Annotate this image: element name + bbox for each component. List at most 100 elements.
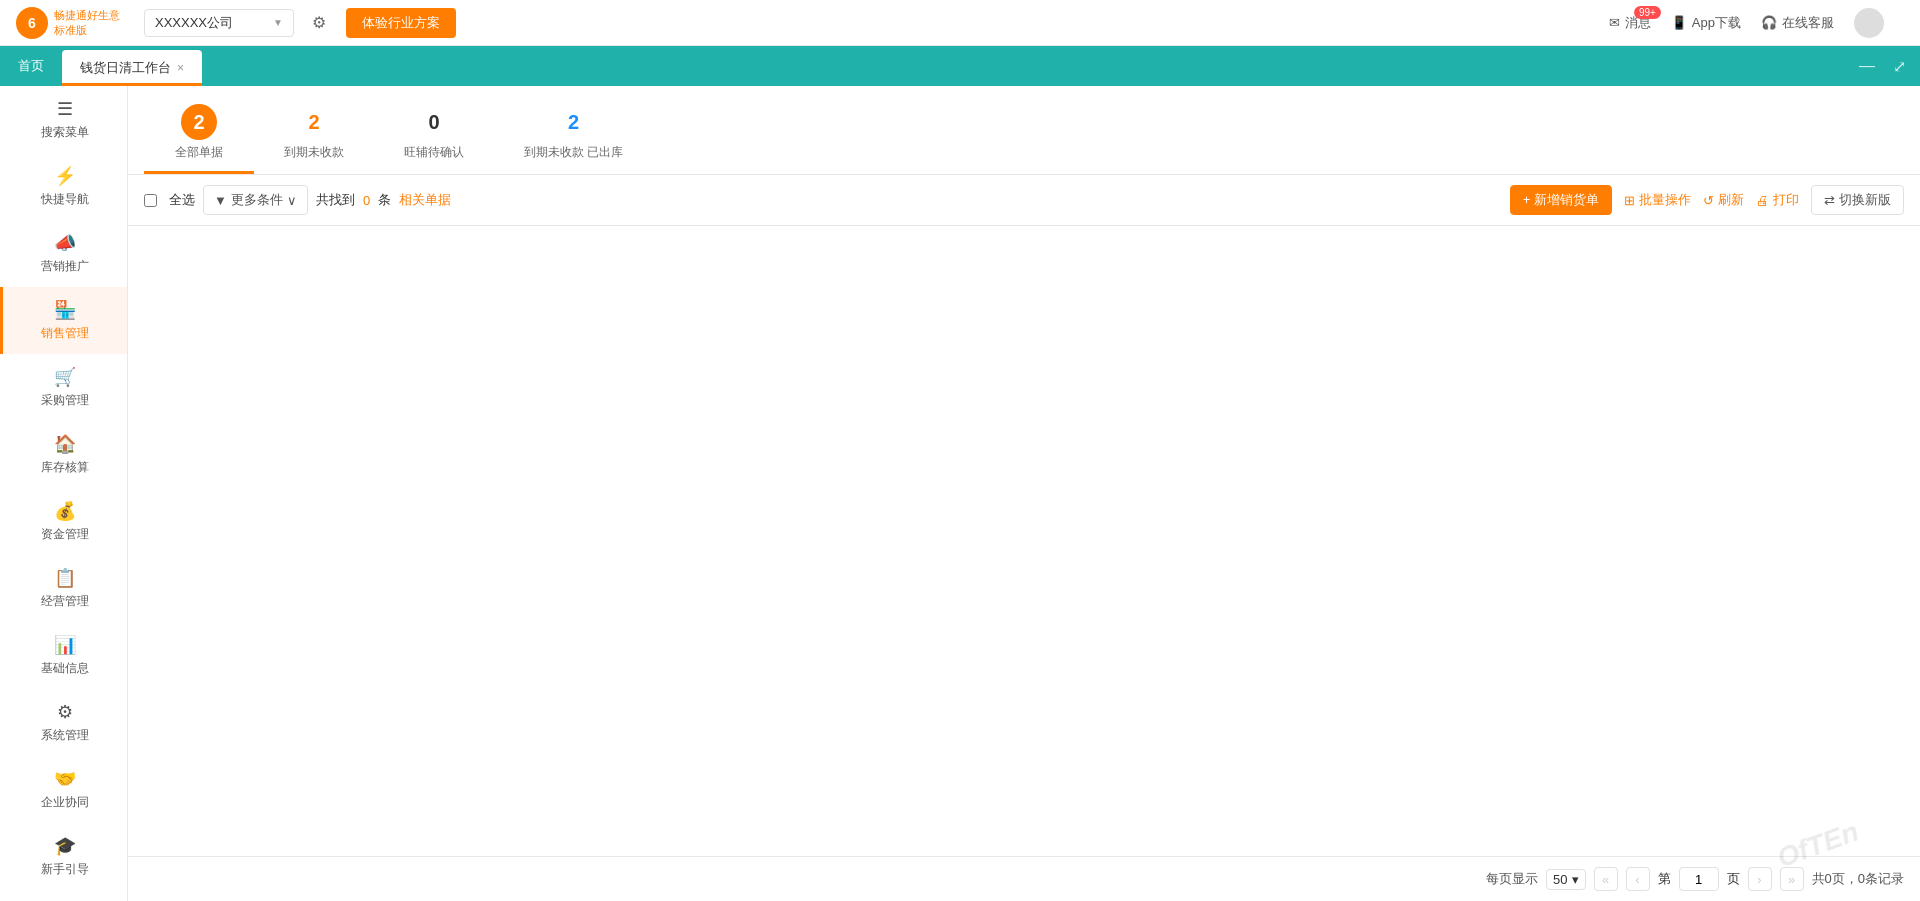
logo-title: 畅捷通好生意 bbox=[54, 8, 120, 22]
settings-button[interactable]: ⚙ bbox=[304, 8, 334, 38]
pagination: 每页显示 50 ▾ « ‹ 第 页 › » 共0页，0条记录 bbox=[128, 856, 1920, 901]
select-all-label: 全选 bbox=[169, 191, 195, 209]
sidebar-item-app-center[interactable]: 📦 应用中心 bbox=[0, 890, 127, 901]
select-all-checkbox[interactable] bbox=[144, 194, 157, 207]
online-service-button[interactable]: 🎧 在线客服 bbox=[1761, 14, 1834, 32]
close-tab-icon[interactable]: × bbox=[177, 61, 184, 75]
sidebar-item-purchase-label: 采购管理 bbox=[41, 392, 89, 409]
print-label: 打印 bbox=[1773, 191, 1799, 209]
filter-button[interactable]: ▼ 更多条件 ∨ bbox=[203, 185, 308, 215]
sidebar-item-sales[interactable]: 🏪 销售管理 bbox=[0, 287, 127, 354]
sidebar-item-purchase[interactable]: 🛒 采购管理 bbox=[0, 354, 127, 421]
switch-icon: ⇄ bbox=[1824, 193, 1835, 208]
sidebar-item-cooperation[interactable]: 🤝 企业协同 bbox=[0, 756, 127, 823]
per-page-chevron-icon: ▾ bbox=[1572, 872, 1579, 887]
cooperation-icon: 🤝 bbox=[54, 768, 76, 790]
sidebar-item-sales-label: 销售管理 bbox=[41, 325, 89, 342]
inventory-icon: 🏠 bbox=[54, 433, 76, 455]
stat-label-overdue: 到期未收款 bbox=[284, 144, 344, 161]
message-button[interactable]: ✉ 消息 99 bbox=[1609, 14, 1651, 32]
add-sales-order-button[interactable]: + 新增销货单 bbox=[1510, 185, 1612, 215]
tab-home-label: 首页 bbox=[18, 57, 44, 75]
tab-home[interactable]: 首页 bbox=[0, 46, 62, 86]
main-layout: ☰ 搜索菜单 ⚡ 快捷导航 📣 营销推广 🏪 销售管理 🛒 采购管理 🏠 库存核… bbox=[0, 86, 1920, 901]
stat-tab-overdue[interactable]: 2 到期未收款 bbox=[254, 96, 374, 174]
logo: 6 畅捷通好生意 标准版 bbox=[16, 7, 144, 39]
stat-label-shipped: 到期未收款 已出库 bbox=[524, 144, 623, 161]
stat-label-all: 全部单据 bbox=[175, 144, 223, 161]
found-count: 0 bbox=[363, 193, 370, 208]
message-icon: ✉ bbox=[1609, 15, 1620, 30]
app-download-button[interactable]: 📱 App下载 bbox=[1671, 14, 1741, 32]
filter-label: 更多条件 bbox=[231, 191, 283, 209]
search-menu-icon: ☰ bbox=[57, 98, 73, 120]
app-download-icon: 📱 bbox=[1671, 15, 1687, 30]
chevron-down-icon: ▼ bbox=[273, 17, 283, 28]
page-number-input[interactable] bbox=[1679, 867, 1719, 891]
switch-label: 切换新版 bbox=[1839, 191, 1891, 209]
stat-count-all: 2 bbox=[181, 104, 217, 140]
nav-right-actions: — ⤢ bbox=[1855, 53, 1920, 80]
message-badge: 99 bbox=[1634, 6, 1661, 19]
refresh-label: 刷新 bbox=[1718, 191, 1744, 209]
batch-operation-button[interactable]: ⊞ 批量操作 bbox=[1624, 191, 1691, 209]
sidebar-item-cooperation-label: 企业协同 bbox=[41, 794, 89, 811]
purchase-icon: 🛒 bbox=[54, 366, 76, 388]
maximize-button[interactable]: ⤢ bbox=[1889, 53, 1910, 80]
sidebar-item-finance[interactable]: 💰 资金管理 bbox=[0, 488, 127, 555]
found-unit: 条 bbox=[378, 191, 391, 209]
toolbar: 全选 ▼ 更多条件 ∨ 共找到 0 条 相关单据 + 新增销货单 ⊞ 批量操作 … bbox=[128, 175, 1920, 226]
sidebar-item-quick-nav[interactable]: ⚡ 快捷导航 bbox=[0, 153, 127, 220]
finance-icon: 💰 bbox=[54, 500, 76, 522]
system-icon: ⚙ bbox=[57, 701, 73, 723]
sidebar-item-search-menu[interactable]: ☰ 搜索菜单 bbox=[0, 86, 127, 153]
tab-cash-flow[interactable]: 钱货日清工作台 × bbox=[62, 50, 202, 86]
sidebar-item-quick-nav-label: 快捷导航 bbox=[41, 191, 89, 208]
tab-indicator bbox=[62, 83, 202, 86]
prev-page-button[interactable]: ‹ bbox=[1626, 867, 1650, 891]
print-button[interactable]: 🖨 打印 bbox=[1756, 191, 1799, 209]
nav-tabs: 首页 钱货日清工作台 × — ⤢ bbox=[0, 46, 1920, 86]
switch-version-button[interactable]: ⇄ 切换新版 bbox=[1811, 185, 1904, 215]
found-prefix: 共找到 bbox=[316, 191, 355, 209]
page-suffix: 页 bbox=[1727, 870, 1740, 888]
stat-count-overdue: 2 bbox=[296, 104, 332, 140]
company-selector[interactable]: XXXXXX公司 ▼ bbox=[144, 9, 294, 37]
refresh-button[interactable]: ↺ 刷新 bbox=[1703, 191, 1744, 209]
stat-count-shipped: 2 bbox=[556, 104, 592, 140]
trial-button[interactable]: 体验行业方案 bbox=[346, 8, 456, 38]
minimize-button[interactable]: — bbox=[1855, 53, 1879, 79]
stat-tab-pending[interactable]: 0 旺辅待确认 bbox=[374, 96, 494, 174]
sidebar-item-guide[interactable]: 🎓 新手引导 bbox=[0, 823, 127, 890]
content-area: 2 全部单据 2 到期未收款 0 旺辅待确认 2 到期未收款 已出库 全选 ▼ … bbox=[128, 86, 1920, 901]
first-page-button[interactable]: « bbox=[1594, 867, 1618, 891]
page-prefix: 第 bbox=[1658, 870, 1671, 888]
logo-subtitle: 标准版 bbox=[54, 23, 120, 37]
sidebar-item-inventory[interactable]: 🏠 库存核算 bbox=[0, 421, 127, 488]
sidebar-item-guide-label: 新手引导 bbox=[41, 861, 89, 878]
related-records-link[interactable]: 相关单据 bbox=[399, 191, 451, 209]
per-page-select[interactable]: 50 ▾ bbox=[1546, 869, 1585, 890]
sidebar-item-marketing[interactable]: 📣 营销推广 bbox=[0, 220, 127, 287]
next-page-button[interactable]: › bbox=[1748, 867, 1772, 891]
stat-tab-shipped[interactable]: 2 到期未收款 已出库 bbox=[494, 96, 653, 174]
sidebar-item-basic-info[interactable]: 📊 基础信息 bbox=[0, 622, 127, 689]
per-page-value: 50 bbox=[1553, 872, 1567, 887]
top-right: ✉ 消息 99 📱 App下载 🎧 在线客服 bbox=[1609, 8, 1904, 38]
last-page-button[interactable]: » bbox=[1780, 867, 1804, 891]
marketing-icon: 📣 bbox=[54, 232, 76, 254]
stat-label-pending: 旺辅待确认 bbox=[404, 144, 464, 161]
quick-nav-icon: ⚡ bbox=[54, 165, 76, 187]
avatar[interactable] bbox=[1854, 8, 1884, 38]
online-service-label: 在线客服 bbox=[1782, 14, 1834, 32]
sidebar-item-system[interactable]: ⚙ 系统管理 bbox=[0, 689, 127, 756]
stat-count-pending: 0 bbox=[416, 104, 452, 140]
sidebar-item-finance-label: 资金管理 bbox=[41, 526, 89, 543]
sidebar-item-operations[interactable]: 📋 经营管理 bbox=[0, 555, 127, 622]
stat-tab-all[interactable]: 2 全部单据 bbox=[144, 96, 254, 174]
sidebar-item-marketing-label: 营销推广 bbox=[41, 258, 89, 275]
sidebar-item-operations-label: 经营管理 bbox=[41, 593, 89, 610]
filter-icon: ▼ bbox=[214, 193, 227, 208]
table-area bbox=[128, 226, 1920, 856]
company-name: XXXXXX公司 bbox=[155, 14, 267, 32]
